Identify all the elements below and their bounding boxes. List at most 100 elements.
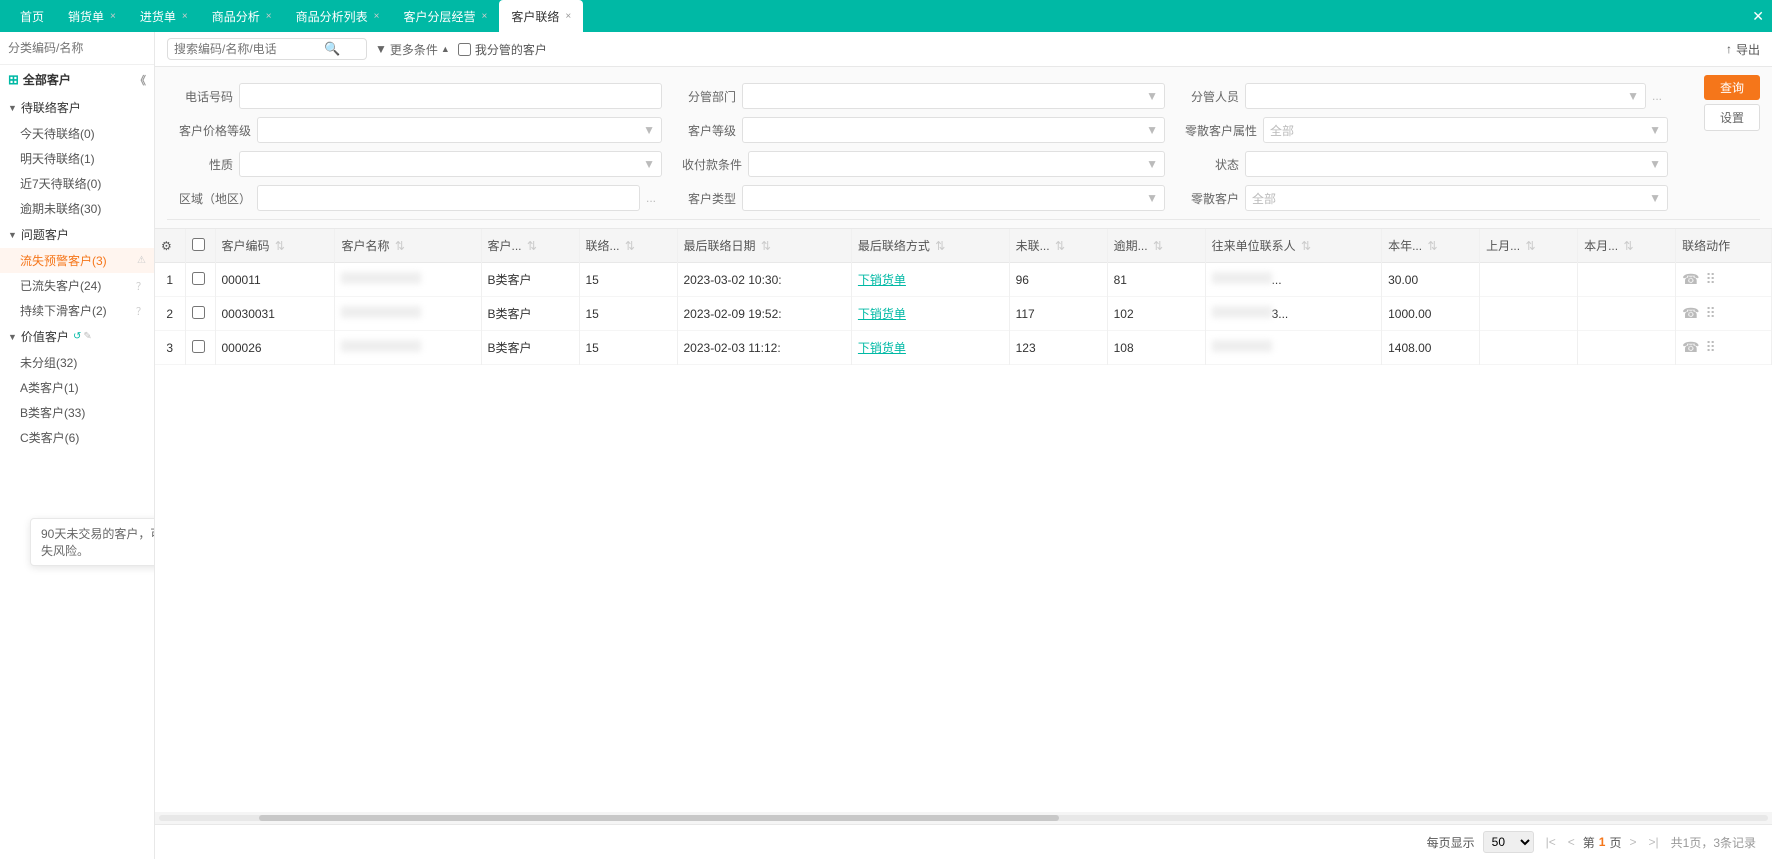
- search-input[interactable]: [174, 42, 324, 56]
- current-page: 1: [1599, 835, 1606, 849]
- th-code[interactable]: 客户编码 ⇅: [215, 229, 335, 263]
- td-last-method[interactable]: 下销货单: [851, 331, 1009, 365]
- contact-icon[interactable]: ☎: [1682, 271, 1699, 288]
- th-last-month[interactable]: 上月... ⇅: [1480, 229, 1578, 263]
- last-page-btn[interactable]: >|: [1645, 833, 1663, 851]
- region-dots[interactable]: ...: [640, 191, 662, 205]
- customer-tier-select[interactable]: ▼: [742, 117, 1165, 143]
- sidebar-item-overdue[interactable]: 逾期未联络(30): [0, 196, 154, 221]
- retail-attr-select[interactable]: 全部 ▼: [1263, 117, 1668, 143]
- th-setting[interactable]: ⚙: [155, 229, 185, 263]
- sidebar-item-churn-risk[interactable]: 流失预警客户(3) ⚠: [0, 248, 154, 273]
- more-action-icon[interactable]: ⠿: [1706, 339, 1716, 356]
- close-purchase-tab[interactable]: ×: [182, 11, 188, 22]
- td-last-method[interactable]: 下销货单: [851, 263, 1009, 297]
- td-last-method[interactable]: 下销货单: [851, 297, 1009, 331]
- sidebar-item-c-class[interactable]: C类客户(6): [0, 425, 154, 450]
- refresh-icon[interactable]: ↺: [73, 331, 81, 342]
- person-select[interactable]: ▼: [1245, 83, 1646, 109]
- th-this-month[interactable]: 本月... ⇅: [1578, 229, 1676, 263]
- more-conditions-label: 更多条件: [390, 41, 438, 58]
- sidebar-item-b-class[interactable]: B类客户(33): [0, 400, 154, 425]
- td-checkbox[interactable]: [185, 297, 215, 331]
- close-customer-tier-tab[interactable]: ×: [481, 11, 487, 22]
- settings-icon[interactable]: ⚙: [161, 239, 172, 253]
- close-sales-tab[interactable]: ×: [110, 11, 116, 22]
- phone-input[interactable]: [239, 83, 662, 109]
- more-action-icon[interactable]: ⠿: [1706, 271, 1716, 288]
- th-name[interactable]: 客户名称 ⇅: [335, 229, 481, 263]
- th-type[interactable]: 客户... ⇅: [481, 229, 579, 263]
- first-page-btn[interactable]: |<: [1542, 833, 1560, 851]
- scroll-thumb[interactable]: [259, 815, 1059, 821]
- per-page-select[interactable]: 50 100 200: [1483, 831, 1534, 853]
- sidebar-group-value[interactable]: ▼ 价值客户 ↺ ✎: [0, 323, 154, 350]
- more-conditions-btn[interactable]: ▼ 更多条件 ▲: [375, 41, 450, 58]
- sidebar-item-churned[interactable]: 已流失客户(24) ？: [0, 273, 154, 298]
- person-dots[interactable]: ...: [1646, 89, 1668, 103]
- export-btn[interactable]: ↑ 导出: [1726, 41, 1760, 58]
- td-uncontacted: 117: [1009, 297, 1107, 331]
- th-uncontacted[interactable]: 未联... ⇅: [1009, 229, 1107, 263]
- tab-sales[interactable]: 销货单 ×: [56, 0, 128, 32]
- dept-select[interactable]: ▼: [742, 83, 1165, 109]
- all-customers-label: 全部客户: [23, 71, 71, 88]
- window-close-button[interactable]: ✕: [1752, 8, 1764, 25]
- edit-icon[interactable]: ✎: [83, 331, 91, 342]
- status-select[interactable]: ▼: [1245, 151, 1668, 177]
- contact-icon[interactable]: ☎: [1682, 339, 1699, 356]
- th-last-date[interactable]: 最后联络日期 ⇅: [677, 229, 851, 263]
- td-checkbox[interactable]: [185, 331, 215, 365]
- setting-button[interactable]: 设置: [1704, 104, 1760, 131]
- sidebar-group-pending[interactable]: ▼ 待联络客户: [0, 94, 154, 121]
- horizontal-scrollbar[interactable]: [155, 812, 1772, 824]
- th-contact[interactable]: 联络... ⇅: [579, 229, 677, 263]
- region-select[interactable]: [257, 185, 640, 211]
- all-customers-header[interactable]: ⊞ 全部客户 《: [0, 65, 154, 94]
- tab-home[interactable]: 首页: [8, 8, 56, 25]
- prev-page-btn[interactable]: <: [1564, 833, 1579, 851]
- sidebar-collapse-icon[interactable]: 《: [135, 72, 146, 88]
- sidebar-item-tomorrow[interactable]: 明天待联络(1): [0, 146, 154, 171]
- contact-icon[interactable]: ☎: [1682, 305, 1699, 322]
- th-last-method[interactable]: 最后联络方式 ⇅: [851, 229, 1009, 263]
- th-this-year[interactable]: 本年... ⇅: [1382, 229, 1480, 263]
- tab-purchase[interactable]: 进货单 ×: [128, 0, 200, 32]
- type-select[interactable]: ▼: [742, 185, 1165, 211]
- query-button[interactable]: 查询: [1704, 75, 1760, 100]
- tab-analysis-list[interactable]: 商品分析列表 ×: [284, 0, 392, 32]
- close-analysis-list-tab[interactable]: ×: [374, 11, 380, 22]
- price-tier-select[interactable]: ▼: [257, 117, 662, 143]
- more-action-icon[interactable]: ⠿: [1706, 305, 1716, 322]
- grid-icon: ⊞: [8, 72, 19, 88]
- tab-customer-tier[interactable]: 客户分层经营 ×: [391, 0, 499, 32]
- sort-type-icon: ⇅: [527, 239, 537, 253]
- payment-select[interactable]: ▼: [748, 151, 1165, 177]
- nature-select[interactable]: ▼: [239, 151, 662, 177]
- select-all-checkbox[interactable]: [192, 238, 205, 251]
- sort-unit-icon: ⇅: [1301, 239, 1311, 253]
- sidebar-item-today[interactable]: 今天待联络(0): [0, 121, 154, 146]
- tab-analysis[interactable]: 商品分析 ×: [200, 0, 284, 32]
- close-analysis-tab[interactable]: ×: [266, 11, 272, 22]
- my-customers-checkbox[interactable]: [458, 43, 471, 56]
- td-actions: ☎ ⠿: [1676, 263, 1772, 297]
- sidebar-item-unclassified[interactable]: 未分组(32): [0, 350, 154, 375]
- td-checkbox[interactable]: [185, 263, 215, 297]
- close-customer-contact-tab[interactable]: ×: [565, 11, 571, 22]
- my-customers-checkbox-label[interactable]: 我分管的客户: [458, 41, 547, 58]
- sidebar-item-declining[interactable]: 持续下滑客户(2) ？: [0, 298, 154, 323]
- sidebar-item-a-class[interactable]: A类客户(1): [0, 375, 154, 400]
- tab-customer-contact[interactable]: 客户联络 ×: [499, 0, 583, 32]
- next-page-btn[interactable]: >: [1626, 833, 1641, 851]
- td-code: 000026: [215, 331, 335, 365]
- page-navigation: |< < 第 1 页 > >|: [1542, 833, 1663, 851]
- th-unit-contact[interactable]: 往来单位联系人 ⇅: [1205, 229, 1382, 263]
- sidebar-search-input[interactable]: [8, 41, 155, 55]
- retail-select[interactable]: 全部 ▼: [1245, 185, 1668, 211]
- sidebar-item-week[interactable]: 近7天待联络(0): [0, 171, 154, 196]
- th-overdue[interactable]: 逾期... ⇅: [1107, 229, 1205, 263]
- retail-value: 全部: [1252, 190, 1276, 207]
- sidebar-group-churn[interactable]: ▼ 问题客户: [0, 221, 154, 248]
- search-icon-main[interactable]: 🔍: [324, 41, 340, 57]
